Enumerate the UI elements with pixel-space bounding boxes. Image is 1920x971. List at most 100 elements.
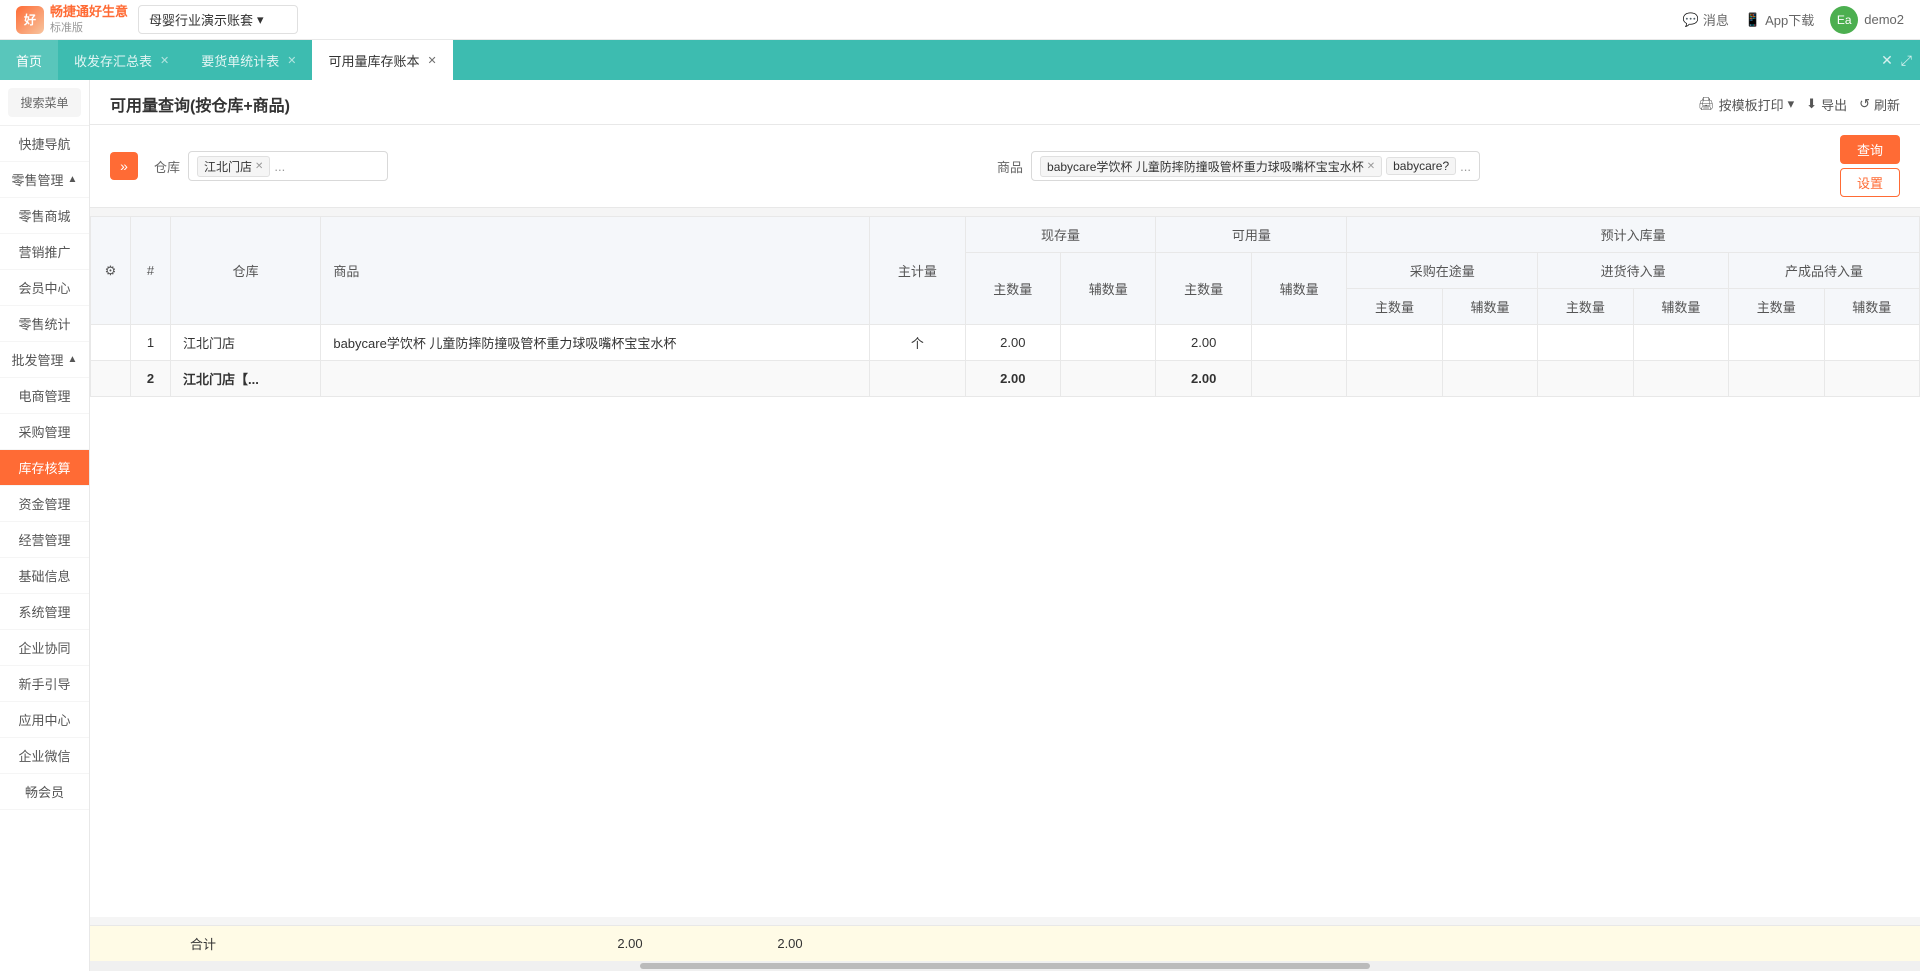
warehouse-filter-input[interactable]: 江北门店 ✕ ... — [188, 151, 388, 181]
sidebar-item-quicknav[interactable]: 快捷导航 — [0, 126, 89, 162]
filter-action-buttons: 查询 设置 — [1840, 135, 1900, 197]
sidebar-item-newbie[interactable]: 新手引导 — [0, 666, 89, 702]
product-tag-2[interactable]: babycare? — [1386, 157, 1456, 175]
row2-pur-aux — [1442, 361, 1537, 397]
sidebar-item-system[interactable]: 系统管理 — [0, 594, 89, 630]
sidebar-item-purchase[interactable]: 采购管理 — [0, 414, 89, 450]
product-tag-1[interactable]: babycare学饮杯 儿童防摔防撞吸管杯重力球吸嘴杯宝宝水杯 ✕ — [1040, 156, 1382, 177]
sidebar-item-enterprise-wechat[interactable]: 企业微信 — [0, 738, 89, 774]
tab-available-inventory-close[interactable]: ✕ — [428, 54, 437, 67]
sidebar-item-capital[interactable]: 资金管理 — [0, 486, 89, 522]
settings-icon: ⚙ — [105, 263, 117, 278]
avatar-text: Ea — [1837, 13, 1852, 27]
tab-home-label: 首页 — [16, 51, 42, 70]
product-tag-close-1[interactable]: ✕ — [1367, 161, 1375, 172]
user-profile-button[interactable]: Ea demo2 — [1830, 6, 1904, 34]
row2-main-unit — [870, 361, 965, 397]
sidebar-item-ecommerce[interactable]: 电商管理 — [0, 378, 89, 414]
sidebar-item-enterprise-collab[interactable]: 企业协同 — [0, 630, 89, 666]
tab-home[interactable]: 首页 — [0, 40, 58, 80]
th-purchase-aux: 辅数量 — [1442, 289, 1537, 325]
sidebar-item-basic-info[interactable]: 基础信息 — [0, 558, 89, 594]
tab-available-inventory[interactable]: 可用量库存账本 ✕ — [312, 40, 452, 80]
th-main-unit: 主计量 — [870, 217, 965, 325]
tab-bar: 首页 收发存汇总表 ✕ 要货单统计表 ✕ 可用量库存账本 ✕ ✕ ⤢ — [0, 40, 1920, 80]
th-available-aux-qty: 辅数量 — [1251, 253, 1346, 325]
content-area: 可用量查询(按仓库+商品) 🖨 按模板打印 ▾ ⬇ 导出 ↺ 刷新 » — [90, 80, 1920, 971]
sidebar-item-zerosales-mall[interactable]: 零售商城 — [0, 198, 89, 234]
sidebar-item-member-app[interactable]: 畅会员 — [0, 774, 89, 810]
main-layout: 搜索菜单 快捷导航 零售管理 ▲ 零售商城 营销推广 会员中心 零售统计 批发管… — [0, 80, 1920, 971]
row1-current-aux — [1061, 325, 1156, 361]
app-download-button[interactable]: 📱 App下载 — [1745, 10, 1814, 29]
th-inbound-main: 主数量 — [1538, 289, 1633, 325]
settings-button[interactable]: 设置 — [1840, 168, 1900, 197]
page-header: 可用量查询(按仓库+商品) 🖨 按模板打印 ▾ ⬇ 导出 ↺ 刷新 — [90, 80, 1920, 125]
product-more[interactable]: ... — [1460, 159, 1471, 174]
tab-expand-icon[interactable]: ⤢ — [1901, 52, 1912, 69]
top-bar-left: 好 畅捷通好生意 标准版 母婴行业演示账套 ▾ — [16, 4, 298, 35]
sidebar-item-member-center[interactable]: 会员中心 — [0, 270, 89, 306]
logo-sub: 标准版 — [50, 21, 128, 35]
warehouse-tag-1[interactable]: 江北门店 ✕ — [197, 156, 270, 177]
th-product: 商品 — [321, 217, 870, 325]
row2-index: 2 — [131, 361, 171, 397]
th-index: # — [131, 217, 171, 325]
row2-inb-main — [1538, 361, 1633, 397]
tab-receive-send[interactable]: 收发存汇总表 ✕ — [58, 40, 185, 80]
product-filter-label: 商品 — [997, 157, 1023, 176]
sidebar-item-zerosales-manage[interactable]: 零售管理 ▲ — [0, 162, 89, 198]
export-label: 导出 — [1821, 95, 1847, 114]
sidebar-item-zerosales-stats[interactable]: 零售统计 — [0, 306, 89, 342]
page-title: 可用量查询(按仓库+商品) — [110, 92, 290, 116]
warehouse-tag-label: 江北门店 — [204, 158, 252, 175]
warehouse-more[interactable]: ... — [274, 159, 285, 174]
th-inbound-aux: 辅数量 — [1633, 289, 1728, 325]
table-row: 1 江北门店 babycare学饮杯 儿童防摔防撞吸管杯重力球吸嘴杯宝宝水杯 个… — [91, 325, 1920, 361]
sidebar-item-marketing[interactable]: 营销推广 — [0, 234, 89, 270]
th-warehouse: 仓库 — [171, 217, 321, 325]
th-inbound-pending: 进货待入量 — [1538, 253, 1729, 289]
tab-close-all-icon[interactable]: ✕ — [1881, 52, 1893, 69]
sidebar-item-operation[interactable]: 经营管理 — [0, 522, 89, 558]
scrollbar-thumb[interactable] — [640, 963, 1370, 969]
row2-warehouse: 江北门店【... — [171, 361, 321, 397]
horizontal-scrollbar[interactable] — [90, 961, 1920, 971]
export-button[interactable]: ⬇ 导出 — [1806, 95, 1847, 114]
chevron-icon-2: ▲ — [68, 354, 78, 365]
template-print-button[interactable]: 🖨 按模板打印 ▾ — [1698, 95, 1794, 114]
sidebar-item-inventory-check[interactable]: 库存核算 — [0, 450, 89, 486]
inventory-table: ⚙ # 仓库 商品 主计量 现存量 可用量 预计入库量 主数量 辅数量 主数量 — [90, 216, 1920, 397]
industry-selector[interactable]: 母婴行业演示账套 ▾ — [138, 5, 298, 34]
row1-settings — [91, 325, 131, 361]
chevron-down-icon-print: ▾ — [1788, 96, 1795, 112]
row1-main-unit: 个 — [870, 325, 965, 361]
sidebar-item-wholesale-manage[interactable]: 批发管理 ▲ — [0, 342, 89, 378]
row2-settings — [91, 361, 131, 397]
query-button[interactable]: 查询 — [1840, 135, 1900, 164]
row1-inb-aux — [1633, 325, 1728, 361]
avatar: Ea — [1830, 6, 1858, 34]
filter-expand-button[interactable]: » — [110, 152, 138, 180]
row1-warehouse: 江北门店 — [171, 325, 321, 361]
tab-requisition[interactable]: 要货单统计表 ✕ — [185, 40, 312, 80]
footer-current-main: 2.00 — [590, 936, 670, 951]
refresh-label: 刷新 — [1874, 95, 1900, 114]
tab-receive-send-close[interactable]: ✕ — [160, 54, 169, 67]
row2-inb-aux — [1633, 361, 1728, 397]
th-current-main-qty: 主数量 — [965, 253, 1060, 325]
row1-avail-aux — [1251, 325, 1346, 361]
tab-requisition-close[interactable]: ✕ — [287, 54, 296, 67]
row1-avail-main: 2.00 — [1156, 325, 1251, 361]
search-menu-button[interactable]: 搜索菜单 — [8, 88, 81, 117]
row2-current-aux — [1061, 361, 1156, 397]
product-tag-label-1: babycare学饮杯 儿童防摔防撞吸管杯重力球吸嘴杯宝宝水杯 — [1047, 158, 1364, 175]
tab-available-inventory-label: 可用量库存账本 — [328, 51, 419, 70]
product-filter-input[interactable]: babycare学饮杯 儿童防摔防撞吸管杯重力球吸嘴杯宝宝水杯 ✕ babyca… — [1031, 151, 1480, 181]
th-settings[interactable]: ⚙ — [91, 217, 131, 325]
refresh-button[interactable]: ↺ 刷新 — [1859, 95, 1900, 114]
message-button[interactable]: 💬 消息 — [1683, 10, 1729, 29]
warehouse-tag-close[interactable]: ✕ — [255, 161, 263, 172]
industry-label: 母婴行业演示账套 — [149, 10, 253, 29]
sidebar-item-app-center[interactable]: 应用中心 — [0, 702, 89, 738]
